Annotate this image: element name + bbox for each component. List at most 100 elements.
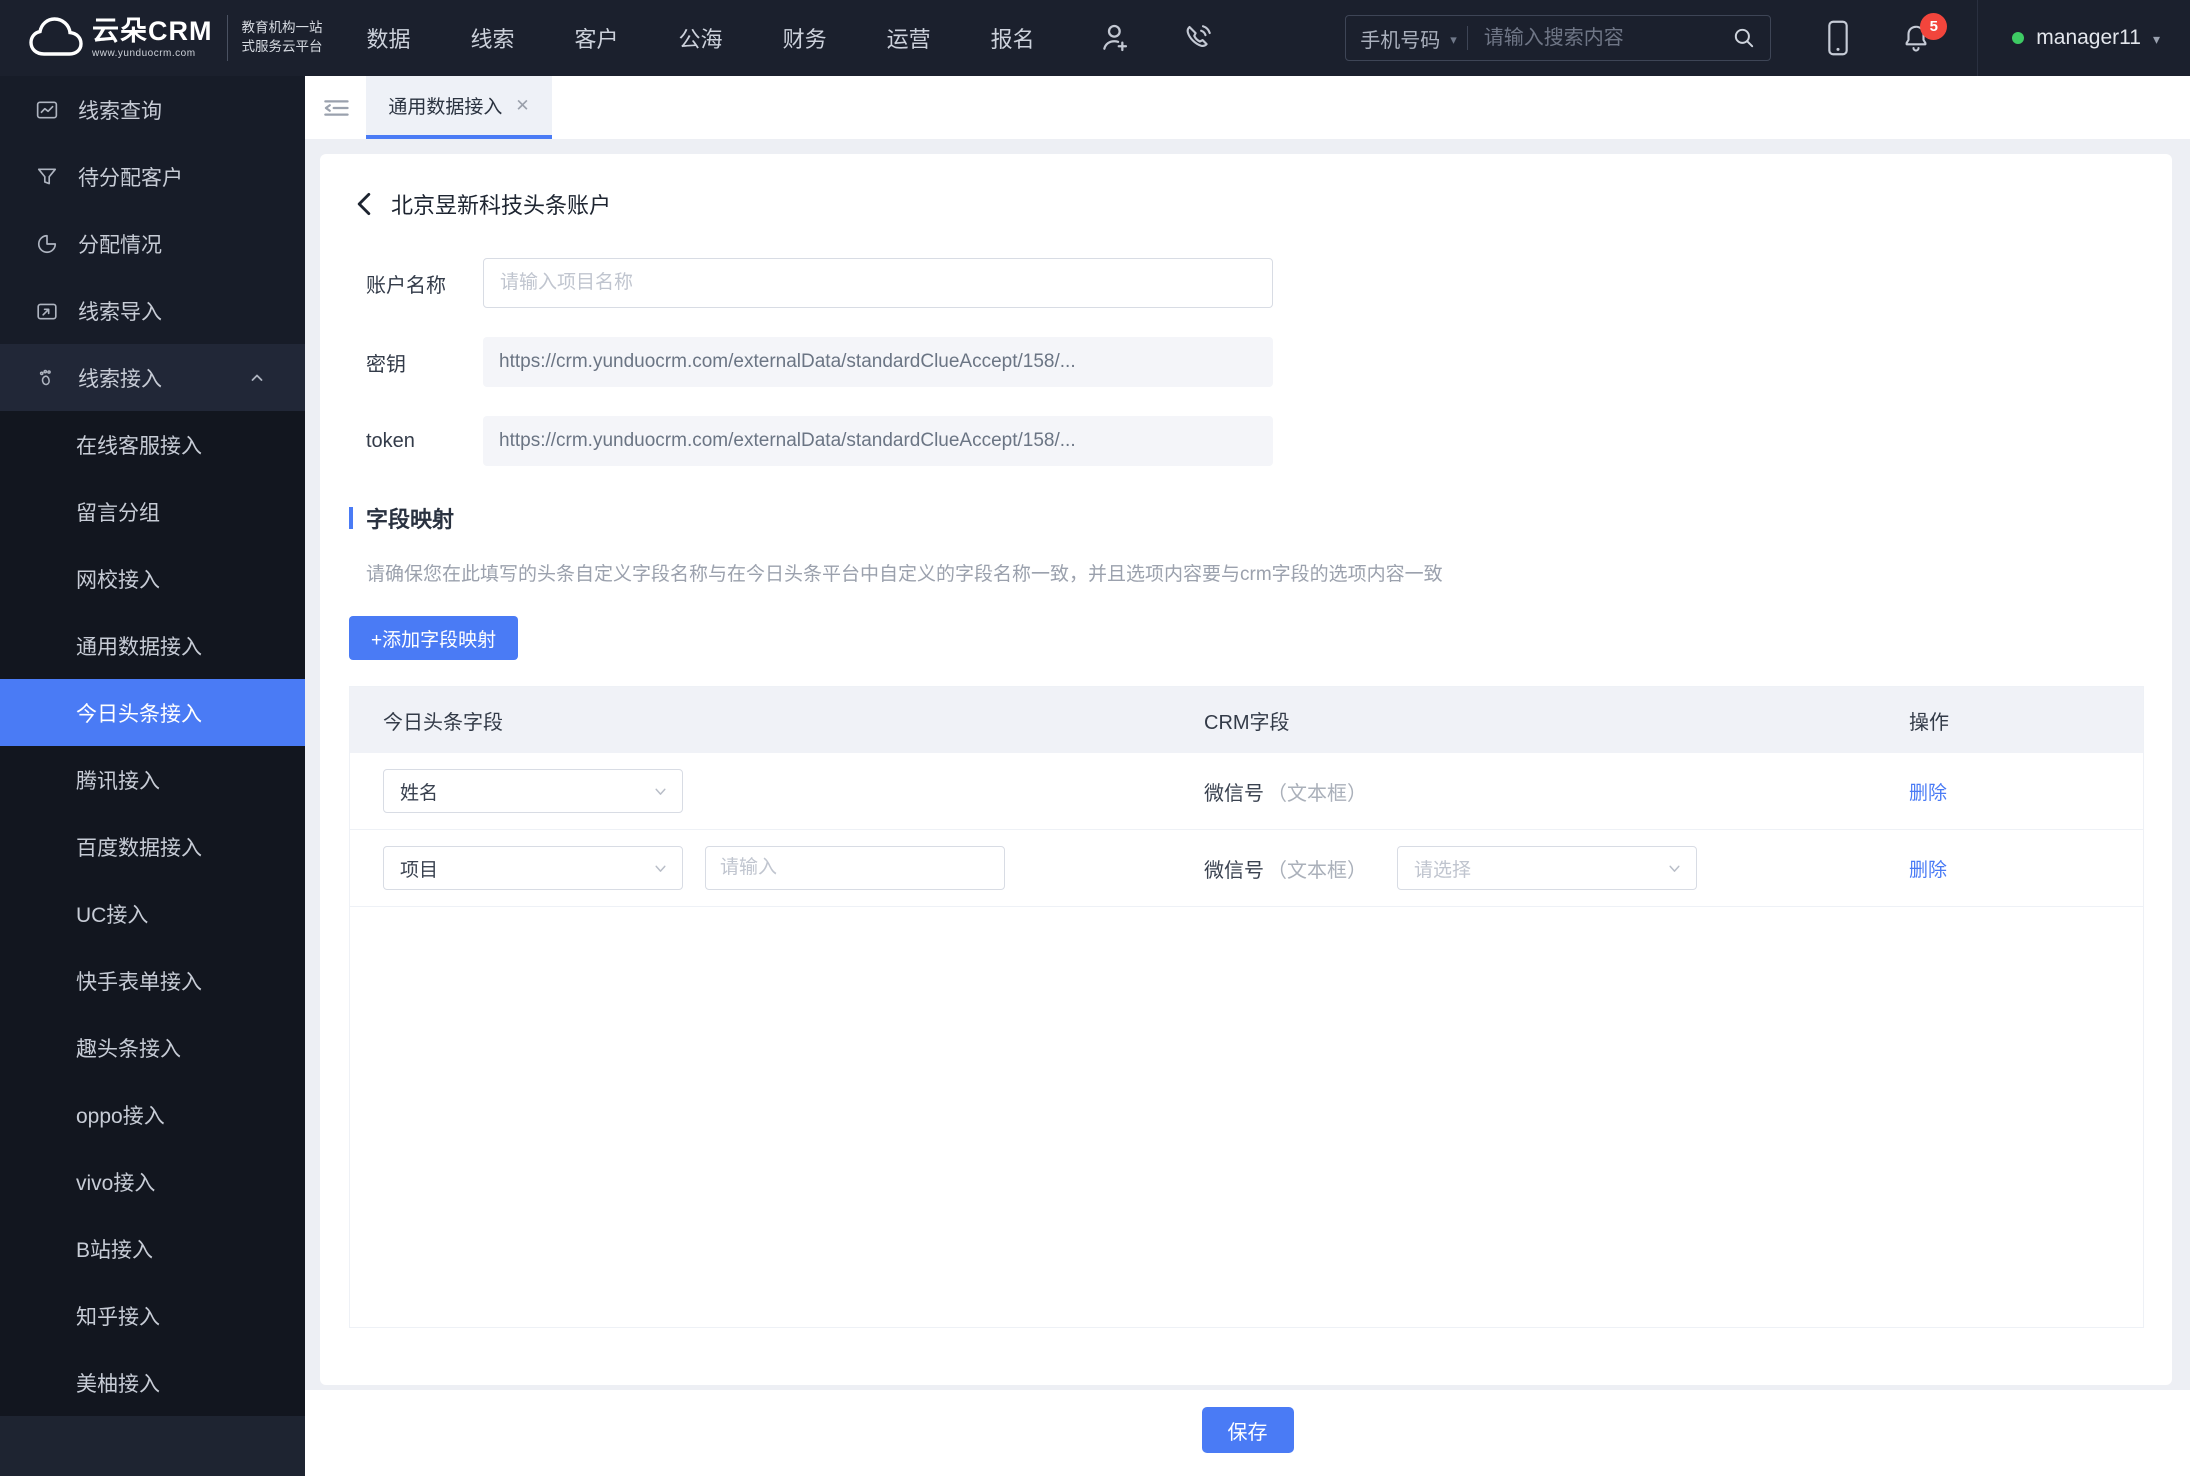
- nav-item-customers[interactable]: 客户: [545, 22, 649, 54]
- sidebar-item-baidu-data-access[interactable]: 百度数据接入: [0, 813, 305, 880]
- chevron-down-icon: [653, 861, 668, 876]
- top-navigation: 数据 线索 客户 公海 财务 运营 报名: [337, 22, 1065, 54]
- sidebar-item-general-data-access[interactable]: 通用数据接入: [0, 612, 305, 679]
- cloud-logo-icon: [29, 17, 83, 56]
- sidebar-item-qutoutiao-access[interactable]: 趣头条接入: [0, 1014, 305, 1081]
- secret-value: https://crm.yunduocrm.com/externalData/s…: [483, 337, 1273, 387]
- sidebar-item-clue-query[interactable]: 线索查询: [0, 76, 305, 143]
- toutiao-field-select[interactable]: 项目: [383, 846, 683, 890]
- sidebar-submenu: 在线客服接入 留言分组 网校接入 通用数据接入 今日头条接入 腾讯接入 百度数据…: [0, 411, 305, 1416]
- save-button[interactable]: 保存: [1201, 1407, 1294, 1453]
- search-category-caret-icon[interactable]: ▾: [1450, 32, 1457, 48]
- tab-close-icon[interactable]: ✕: [515, 96, 529, 116]
- topbar: 云朵CRM www.yunduocrm.com 教育机构一站 式服务云平台 数据…: [0, 0, 2190, 76]
- search-category-select[interactable]: 手机号码: [1360, 24, 1440, 53]
- tab-bar: 通用数据接入 ✕: [305, 76, 2190, 139]
- custom-field-input[interactable]: [705, 846, 1005, 890]
- page-header: 北京昱新科技头条账户: [354, 154, 2144, 220]
- notifications[interactable]: 5: [1901, 13, 1948, 53]
- table-empty-area: [350, 907, 2143, 1327]
- search-icon[interactable]: [1732, 26, 1756, 50]
- line-chart-icon: [36, 99, 58, 121]
- online-status-dot: [2012, 32, 2025, 44]
- topbar-quick-actions: [1099, 22, 1213, 54]
- sidebar-item-assignment-status[interactable]: 分配情况: [0, 210, 305, 277]
- footer-bar: 保存: [305, 1390, 2190, 1476]
- account-name-input[interactable]: [483, 258, 1273, 308]
- tab-general-data-access[interactable]: 通用数据接入 ✕: [366, 76, 552, 139]
- search-separator: [1466, 26, 1468, 50]
- crm-option-select[interactable]: 请选择: [1397, 846, 1697, 890]
- sidebar-item-toutiao-access[interactable]: 今日头条接入: [0, 679, 305, 746]
- mobile-device-icon[interactable]: [1825, 18, 1851, 58]
- funnel-icon: [36, 166, 58, 188]
- crm-field-type: （文本框）: [1267, 859, 1367, 882]
- sidebar-item-uc-access[interactable]: UC接入: [0, 880, 305, 947]
- sidebar-item-unassigned-customers[interactable]: 待分配客户: [0, 143, 305, 210]
- caret-up-icon: [249, 370, 271, 386]
- sidebar-item-meiyou-access[interactable]: 美柚接入: [0, 1349, 305, 1416]
- brand-tagline-line2: 式服务云平台: [241, 39, 323, 54]
- logo-divider: [226, 15, 228, 61]
- sidebar-group-clue-access[interactable]: 线索接入: [0, 344, 305, 411]
- search-input[interactable]: [1481, 25, 1733, 51]
- column-header-actions: 操作: [1909, 711, 1949, 734]
- delete-row-link[interactable]: 删除: [1909, 783, 1947, 804]
- add-contact-icon[interactable]: [1099, 22, 1131, 54]
- add-field-mapping-button[interactable]: +添加字段映射: [349, 616, 519, 660]
- delete-row-link[interactable]: 删除: [1909, 860, 1947, 881]
- sidebar-item-online-service-access[interactable]: 在线客服接入: [0, 411, 305, 478]
- crm-field-name: 微信号: [1204, 859, 1264, 882]
- column-header-crm-field: CRM字段: [1204, 711, 1290, 734]
- sidebar-item-oppo-access[interactable]: oppo接入: [0, 1081, 305, 1148]
- tab-label: 通用数据接入: [388, 97, 503, 118]
- section-accent-bar: [349, 507, 353, 529]
- nav-item-signup[interactable]: 报名: [961, 22, 1065, 54]
- chevron-down-icon: [1667, 861, 1682, 876]
- chevron-down-icon: [653, 784, 668, 799]
- crm-field-type: （文本框）: [1267, 782, 1367, 805]
- field-mapping-table: 今日头条字段 CRM字段 操作 姓名 微信号 （文本框） 删除 项目 请输入 微…: [349, 686, 2144, 1328]
- nav-item-data[interactable]: 数据: [337, 22, 441, 54]
- global-search: 手机号码 ▾: [1345, 15, 1772, 61]
- collapse-menu-icon[interactable]: [324, 98, 350, 118]
- back-arrow-icon[interactable]: [354, 192, 374, 216]
- user-menu[interactable]: manager11 ▾: [2012, 26, 2160, 50]
- sidebar-item-bilibili-access[interactable]: B站接入: [0, 1215, 305, 1282]
- pie-chart-icon: [36, 233, 58, 255]
- app-window: 云朵CRM www.yunduocrm.com 教育机构一站 式服务云平台 数据…: [0, 0, 2190, 1476]
- notification-badge: 5: [1920, 13, 1948, 40]
- table-row: 姓名 微信号 （文本框） 删除: [350, 753, 2143, 830]
- sidebar-item-vivo-access[interactable]: vivo接入: [0, 1148, 305, 1215]
- sidebar-footer: [0, 1416, 305, 1476]
- nav-item-public-pool[interactable]: 公海: [649, 22, 753, 54]
- field-mapping-section-title: 字段映射: [349, 502, 2144, 534]
- sidebar-item-kuaishou-form-access[interactable]: 快手表单接入: [0, 947, 305, 1014]
- brand-tagline-line1: 教育机构一站: [241, 20, 323, 36]
- sidebar-item-label: 分配情况: [78, 233, 162, 257]
- sidebar-item-clue-import[interactable]: 线索导入: [0, 277, 305, 344]
- brand-logo: 云朵CRM www.yunduocrm.com 教育机构一站 式服务云平台: [28, 15, 323, 61]
- nav-item-clues[interactable]: 线索: [441, 22, 545, 54]
- account-form: 账户名称 密钥 https://crm.yunduocrm.com/extern…: [366, 258, 2144, 466]
- brand-url: www.yunduocrm.com: [92, 47, 196, 59]
- phone-call-icon[interactable]: [1183, 23, 1213, 53]
- account-name-label: 账户名称: [366, 274, 446, 297]
- sidebar-item-zhihu-access[interactable]: 知乎接入: [0, 1282, 305, 1349]
- sidebar-item-message-group[interactable]: 留言分组: [0, 478, 305, 545]
- content-area: 北京昱新科技头条账户 账户名称 密钥 https://crm.yunduocrm…: [305, 139, 2190, 1390]
- table-row: 项目 微信号 （文本框）: [350, 830, 2143, 907]
- nav-item-operations[interactable]: 运营: [857, 22, 961, 54]
- sidebar-item-label: 线索导入: [78, 300, 162, 324]
- sidebar-item-tencent-access[interactable]: 腾讯接入: [0, 746, 305, 813]
- nav-item-finance[interactable]: 财务: [753, 22, 857, 54]
- sidebar-item-online-school-access[interactable]: 网校接入: [0, 545, 305, 612]
- token-value: https://crm.yunduocrm.com/externalData/s…: [483, 416, 1273, 466]
- crm-field-name: 微信号: [1204, 782, 1264, 805]
- sidebar-item-label: 线索查询: [78, 99, 162, 123]
- toutiao-field-select[interactable]: 姓名: [383, 769, 683, 813]
- import-icon: [36, 300, 58, 322]
- detail-card: 北京昱新科技头条账户 账户名称 密钥 https://crm.yunduocrm…: [320, 154, 2172, 1385]
- secret-label: 密钥: [366, 353, 406, 376]
- page-title: 北京昱新科技头条账户: [391, 193, 612, 218]
